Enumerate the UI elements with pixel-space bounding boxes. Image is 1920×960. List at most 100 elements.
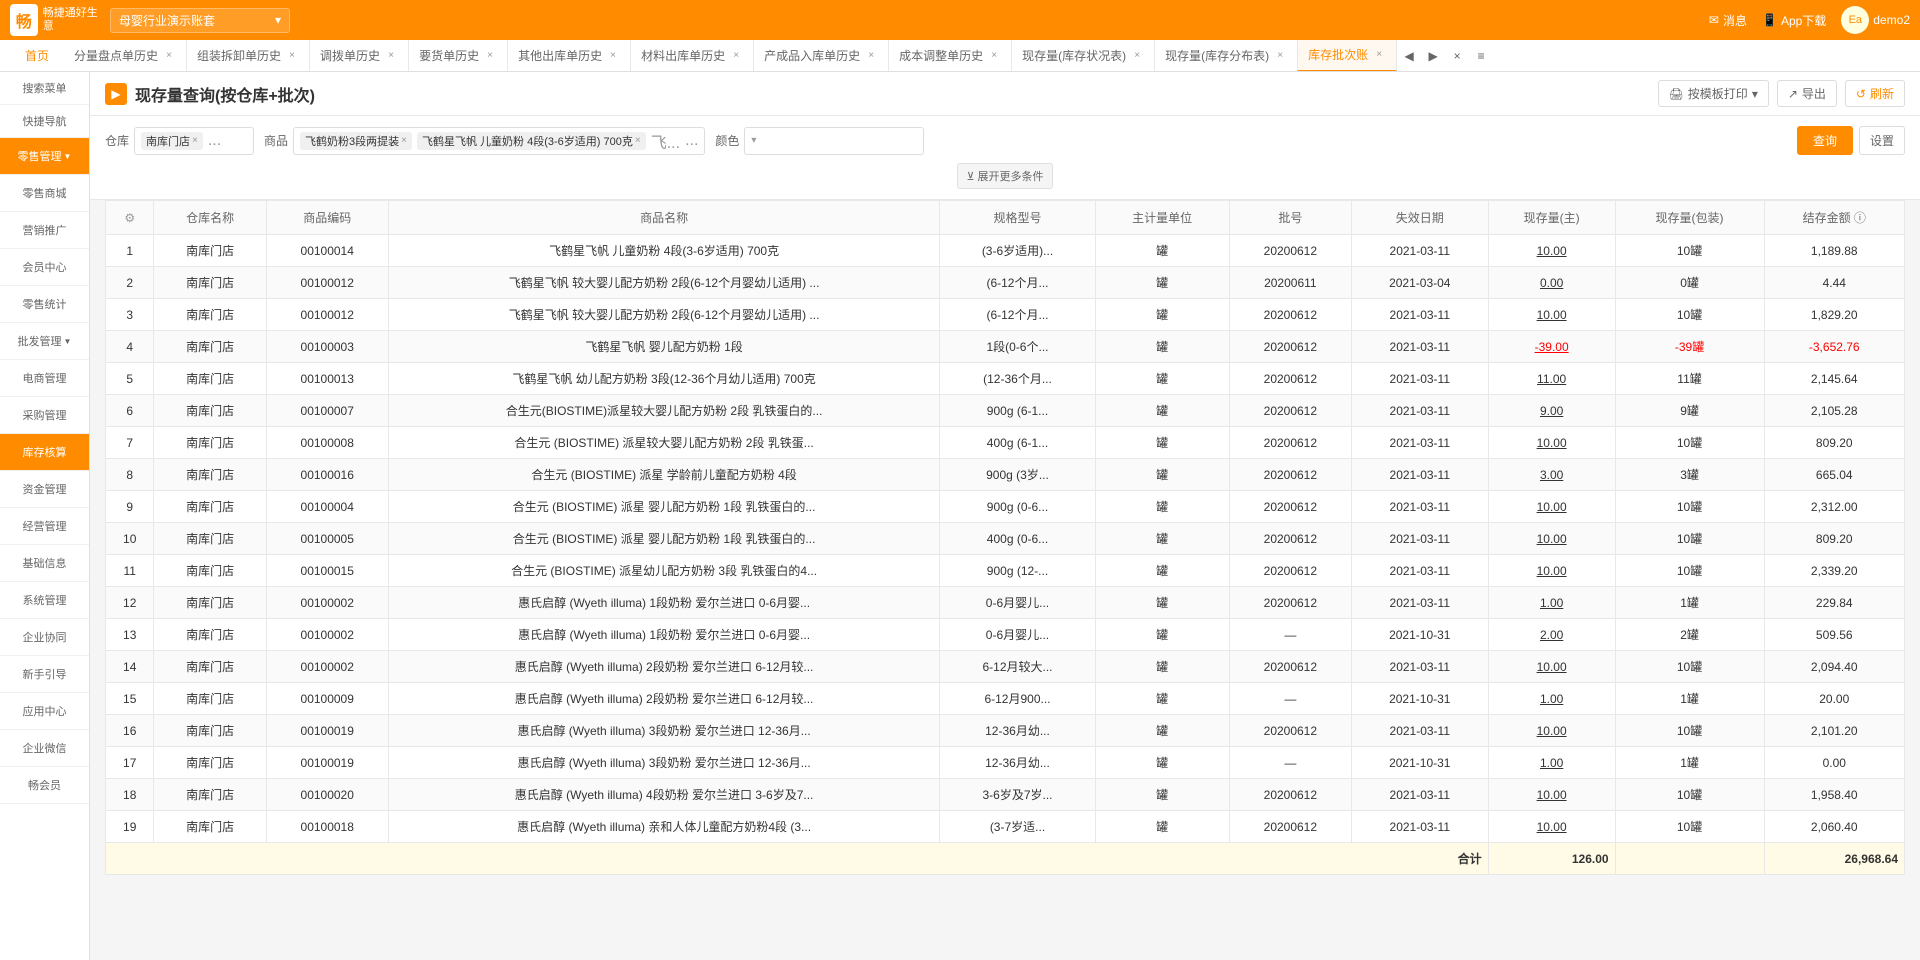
cell-unit-10: 罐 [1095,555,1229,587]
tab-5[interactable]: 材料出库单历史 × [631,40,754,72]
cell-qty-12[interactable]: 2.00 [1488,619,1615,651]
cell-qty-16[interactable]: 1.00 [1488,747,1615,779]
goods-tag-remove-1[interactable]: × [635,135,641,146]
refresh-label: 刷新 [1870,85,1894,102]
sidebar-item-retail-management[interactable]: 零售管理 ▼ [0,138,89,175]
cell-qty-1[interactable]: 0.00 [1488,267,1615,299]
cell-pkg-10: 10罐 [1615,555,1764,587]
sidebar-search[interactable]: 搜索菜单 [0,72,89,105]
tab-4[interactable]: 其他出库单历史 × [508,40,631,72]
sidebar-item-basic-info[interactable]: 基础信息 [0,545,89,582]
sidebar-item-apps[interactable]: 应用中心 [0,693,89,730]
sidebar-item-purchase[interactable]: 采购管理 [0,397,89,434]
tab-close-6[interactable]: × [864,49,878,63]
sidebar-item-operations[interactable]: 经营管理 [0,508,89,545]
user-profile[interactable]: Ea demo2 [1841,6,1910,34]
tab-8[interactable]: 现存量(库存状况表) × [1012,40,1155,72]
tab-close-10[interactable]: × [1372,48,1386,62]
tab-close-4[interactable]: × [606,49,620,63]
sidebar-item-members2[interactable]: 畅会员 [0,767,89,804]
color-dropdown-arrow[interactable]: ▾ [751,135,756,146]
sidebar-item-inventory[interactable]: 库存核算 [0,434,89,471]
warehouse-more-btn[interactable]: ... [208,132,221,150]
expand-conditions-btn[interactable]: ⊻ 展开更多条件 [957,163,1052,189]
tab-close-2[interactable]: × [384,49,398,63]
tab-0[interactable]: 分量盘点单历史 × [64,40,187,72]
cell-qty-2[interactable]: 10.00 [1488,299,1615,331]
tab-close-all-btn[interactable]: × [1445,40,1469,72]
cell-qty-7[interactable]: 3.00 [1488,459,1615,491]
settings-gear-icon[interactable]: ⚙ [124,211,135,225]
tab-close-8[interactable]: × [1130,49,1144,63]
export-btn[interactable]: ↗ 导出 [1777,80,1837,107]
sidebar-item-wholesale[interactable]: 批发管理 ▼ [0,323,89,360]
cell-qty-6[interactable]: 10.00 [1488,427,1615,459]
tab-menu-btn[interactable]: ≡ [1469,40,1493,72]
tab-close-9[interactable]: × [1273,49,1287,63]
cell-amount-11: 229.84 [1764,587,1904,619]
export-icon: ↗ [1788,87,1798,101]
messages-btn[interactable]: ✉ 消息 [1709,12,1747,29]
sidebar-item-retail-mall[interactable]: 零售商城 [0,175,89,212]
sidebar-item-ecommerce[interactable]: 电商管理 [0,360,89,397]
col-settings[interactable]: ⚙ [106,201,154,235]
goods-tag-group[interactable]: 飞鹤奶粉3段两提装 × 飞鹤星飞帆 儿童奶粉 4段(3-6岁适用) 700克 ×… [293,127,705,155]
sidebar-toggle-btn[interactable]: ▶ [105,83,127,105]
sidebar-item-system[interactable]: 系统管理 [0,582,89,619]
goods-more-btn[interactable]: ... [685,132,698,150]
warehouse-tag-group[interactable]: 南库门店 × ... [134,127,254,155]
sidebar-item-enterprise[interactable]: 企业协同 [0,619,89,656]
sidebar-item-marketing[interactable]: 营销推广 [0,212,89,249]
color-tag-group[interactable]: ▾ [744,127,924,155]
template-print-btn[interactable]: 🖨 按模板打印 ▾ [1658,80,1769,107]
tab-close-1[interactable]: × [285,49,299,63]
tab-close-5[interactable]: × [729,49,743,63]
tab-prev-btn[interactable]: ◀ [1397,40,1421,72]
cell-qty-13[interactable]: 10.00 [1488,651,1615,683]
sidebar-item-wechat[interactable]: 企业微信 [0,730,89,767]
tab-2[interactable]: 调拨单历史 × [310,40,409,72]
cell-qty-3[interactable]: -39.00 [1488,331,1615,363]
tab-next-btn[interactable]: ▶ [1421,40,1445,72]
app-download-btn[interactable]: 📱 App下载 [1762,12,1826,29]
tab-close-3[interactable]: × [483,49,497,63]
sidebar-label-basic-info: 基础信息 [23,558,67,570]
settings-btn[interactable]: 设置 [1859,126,1905,155]
cell-qty-14[interactable]: 1.00 [1488,683,1615,715]
tab-home[interactable]: 首页 [10,47,64,64]
tab-10[interactable]: 库存批次账 × [1298,40,1397,72]
tab-close-0[interactable]: × [162,49,176,63]
warehouse-tag-remove-btn[interactable]: × [192,135,198,146]
tab-9[interactable]: 现存量(库存分布表) × [1155,40,1298,72]
tab-3[interactable]: 要货单历史 × [409,40,508,72]
cell-qty-10[interactable]: 10.00 [1488,555,1615,587]
cell-unit-15: 罐 [1095,715,1229,747]
table-row: 2 南库门店 00100012 飞鹤星飞帆 较大婴儿配方奶粉 2段(6-12个月… [106,267,1905,299]
account-dropdown[interactable]: 母婴行业演示账套 ▾ [110,8,290,33]
sidebar-item-members[interactable]: 会员中心 [0,249,89,286]
tab-1[interactable]: 组装拆卸单历史 × [187,40,310,72]
tab-7[interactable]: 成本调整单历史 × [889,40,1012,72]
cell-no-9: 10 [106,523,154,555]
cell-qty-9[interactable]: 10.00 [1488,523,1615,555]
sidebar-item-finance[interactable]: 资金管理 [0,471,89,508]
cell-unit-7: 罐 [1095,459,1229,491]
sidebar-item-retail-stats[interactable]: 零售统计 [0,286,89,323]
cell-qty-8[interactable]: 10.00 [1488,491,1615,523]
cell-qty-15[interactable]: 10.00 [1488,715,1615,747]
cell-qty-11[interactable]: 1.00 [1488,587,1615,619]
tab-close-7[interactable]: × [987,49,1001,63]
refresh-btn[interactable]: ↺ 刷新 [1845,80,1905,107]
footer-label: 合计 [106,843,1489,875]
goods-tag-remove-0[interactable]: × [401,135,407,146]
cell-qty-0[interactable]: 10.00 [1488,235,1615,267]
sidebar-quick-nav[interactable]: 快捷导航 [0,105,89,138]
cell-qty-4[interactable]: 11.00 [1488,363,1615,395]
table-row: 14 南库门店 00100002 惠氏启醇 (Wyeth illuma) 2段奶… [106,651,1905,683]
cell-qty-5[interactable]: 9.00 [1488,395,1615,427]
tab-6[interactable]: 产成品入库单历史 × [754,40,889,72]
cell-qty-18[interactable]: 10.00 [1488,811,1615,843]
cell-qty-17[interactable]: 10.00 [1488,779,1615,811]
query-btn[interactable]: 查询 [1797,126,1853,155]
sidebar-item-guide[interactable]: 新手引导 [0,656,89,693]
